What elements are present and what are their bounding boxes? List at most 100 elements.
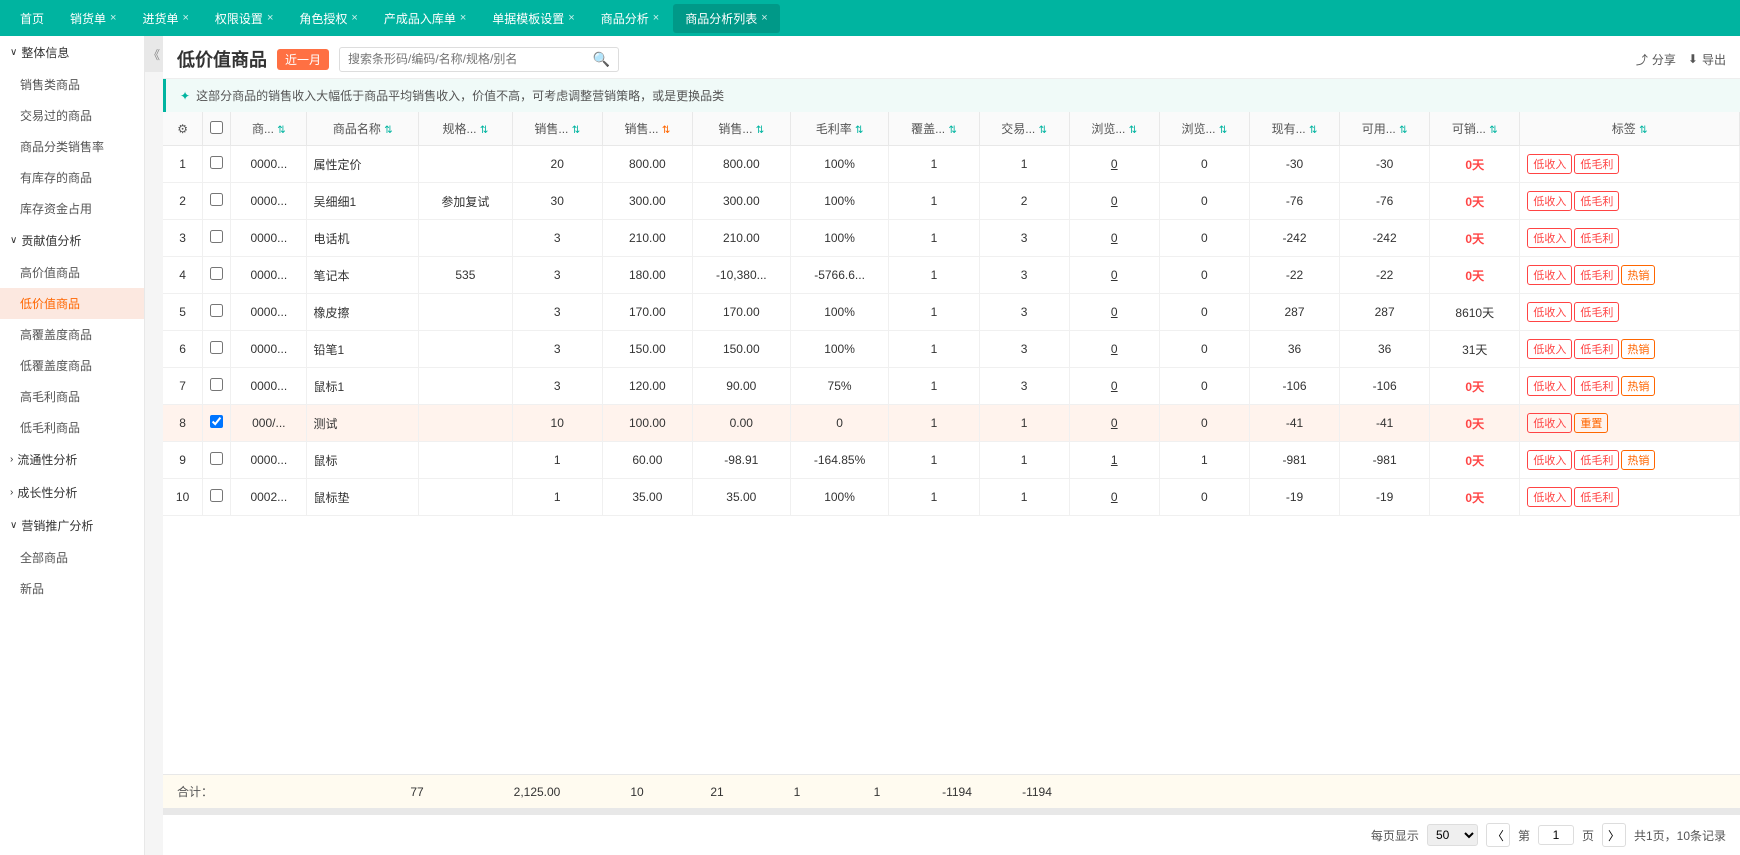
row-checkbox[interactable]	[210, 489, 223, 502]
sidebar-item-high-margin[interactable]: 高毛利商品	[0, 381, 144, 412]
views1-link[interactable]: 0	[1111, 416, 1118, 430]
views1-link[interactable]: 0	[1111, 268, 1118, 282]
col-views1[interactable]: 浏览... ⇅	[1069, 112, 1159, 146]
nav-product-analysis[interactable]: 商品分析 ×	[589, 4, 671, 33]
sidebar-group-marketing[interactable]: ∨ 营销推广分析	[0, 509, 144, 542]
row-views1[interactable]: 0	[1069, 146, 1159, 183]
nav-role-auth[interactable]: 角色授权 ×	[287, 4, 369, 33]
nav-close-sales[interactable]: ×	[110, 12, 116, 24]
col-transaction[interactable]: 交易... ⇅	[979, 112, 1069, 146]
sidebar-item-new-products[interactable]: 新品	[0, 573, 144, 604]
sidebar-item-low-margin[interactable]: 低毛利商品	[0, 412, 144, 443]
row-views1[interactable]: 0	[1069, 368, 1159, 405]
nav-purchase-order[interactable]: 进货单 ×	[130, 4, 200, 33]
sidebar-group-liquidity[interactable]: › 流通性分析	[0, 443, 144, 476]
row-checkbox-cell[interactable]	[203, 183, 231, 220]
row-views1[interactable]: 0	[1069, 257, 1159, 294]
next-page-button[interactable]: 〉	[1602, 823, 1626, 847]
col-coverage[interactable]: 覆盖... ⇅	[889, 112, 979, 146]
views1-link[interactable]: 0	[1111, 231, 1118, 245]
views1-link[interactable]: 0	[1111, 379, 1118, 393]
nav-product-in[interactable]: 产成品入库单 ×	[372, 4, 478, 33]
col-sales-qty[interactable]: 销售... ⇅	[512, 112, 602, 146]
col-tags[interactable]: 标签 ⇅	[1520, 112, 1740, 146]
views1-link[interactable]: 1	[1111, 453, 1118, 467]
select-all-checkbox[interactable]	[210, 121, 223, 134]
col-gross-rate[interactable]: 毛利率 ⇅	[790, 112, 889, 146]
col-saleable[interactable]: 可销... ⇅	[1430, 112, 1520, 146]
row-checkbox[interactable]	[210, 193, 223, 206]
col-sales-cost[interactable]: 销售... ⇅	[692, 112, 790, 146]
nav-close-product[interactable]: ×	[460, 12, 466, 24]
row-checkbox-cell[interactable]	[203, 331, 231, 368]
row-views1[interactable]: 0	[1069, 220, 1159, 257]
sidebar-item-in-stock[interactable]: 有库存的商品	[0, 162, 144, 193]
col-settings[interactable]: ⚙	[163, 112, 203, 146]
col-name[interactable]: 商品名称 ⇅	[307, 112, 419, 146]
row-checkbox-cell[interactable]	[203, 442, 231, 479]
search-icon[interactable]: 🔍	[593, 51, 610, 68]
period-tag-button[interactable]: 近一月	[277, 49, 329, 70]
row-checkbox-cell[interactable]	[203, 479, 231, 516]
sidebar-item-sales-category[interactable]: 销售类商品	[0, 69, 144, 100]
views1-link[interactable]: 0	[1111, 157, 1118, 171]
export-button[interactable]: ⬇ 导出	[1688, 51, 1726, 68]
sidebar-collapse-button[interactable]: 《	[145, 36, 163, 72]
sidebar-item-low-coverage[interactable]: 低覆盖度商品	[0, 350, 144, 381]
prev-page-button[interactable]: 〈	[1486, 823, 1510, 847]
sidebar-item-low-value[interactable]: 低价值商品	[0, 288, 144, 319]
row-checkbox-cell[interactable]	[203, 146, 231, 183]
col-sales-amount[interactable]: 销售... ⇅	[602, 112, 692, 146]
search-input[interactable]	[348, 52, 588, 66]
nav-analysis-list[interactable]: 商品分析列表 ×	[673, 4, 779, 33]
views1-link[interactable]: 0	[1111, 490, 1118, 504]
nav-close-role[interactable]: ×	[351, 12, 357, 24]
row-checkbox[interactable]	[210, 230, 223, 243]
sidebar-item-category-rate[interactable]: 商品分类销售率	[0, 131, 144, 162]
views1-link[interactable]: 0	[1111, 342, 1118, 356]
row-checkbox[interactable]	[210, 304, 223, 317]
row-views1[interactable]: 0	[1069, 405, 1159, 442]
row-checkbox[interactable]	[210, 378, 223, 391]
sidebar-group-overall[interactable]: ∨ 整体信息	[0, 36, 144, 69]
sidebar-item-stock-fund[interactable]: 库存资金占用	[0, 193, 144, 224]
col-current-stock[interactable]: 现有... ⇅	[1249, 112, 1339, 146]
sidebar-item-all-products[interactable]: 全部商品	[0, 542, 144, 573]
page-input[interactable]	[1538, 825, 1574, 845]
row-views1[interactable]: 1	[1069, 442, 1159, 479]
row-checkbox-cell[interactable]	[203, 257, 231, 294]
nav-close-analysis[interactable]: ×	[653, 12, 659, 24]
row-checkbox[interactable]	[210, 452, 223, 465]
nav-template[interactable]: 单据模板设置 ×	[480, 4, 586, 33]
sidebar-item-high-coverage[interactable]: 高覆盖度商品	[0, 319, 144, 350]
table-wrapper[interactable]: ⚙ 商... ⇅ 商品名称 ⇅ 规格... ⇅ 销售... ⇅ 销售... ⇅ …	[163, 112, 1740, 774]
nav-close-permissions[interactable]: ×	[267, 12, 273, 24]
nav-home[interactable]: 首页	[8, 4, 56, 33]
views1-link[interactable]: 0	[1111, 305, 1118, 319]
nav-close-template[interactable]: ×	[568, 12, 574, 24]
row-checkbox-cell[interactable]	[203, 405, 231, 442]
col-spec[interactable]: 规格... ⇅	[419, 112, 513, 146]
share-button[interactable]: ⤴ 分享	[1636, 51, 1676, 68]
sidebar-group-contribution[interactable]: ∨ 贡献值分析	[0, 224, 144, 257]
nav-close-list[interactable]: ×	[761, 12, 767, 24]
row-checkbox[interactable]	[210, 415, 223, 428]
row-views1[interactable]: 0	[1069, 479, 1159, 516]
row-checkbox[interactable]	[210, 341, 223, 354]
col-code[interactable]: 商... ⇅	[231, 112, 307, 146]
row-views1[interactable]: 0	[1069, 294, 1159, 331]
col-views2[interactable]: 浏览... ⇅	[1159, 112, 1249, 146]
nav-permissions[interactable]: 权限设置 ×	[203, 4, 285, 33]
col-checkbox[interactable]	[203, 112, 231, 146]
row-views1[interactable]: 0	[1069, 331, 1159, 368]
sidebar-group-growth[interactable]: › 成长性分析	[0, 476, 144, 509]
row-views1[interactable]: 0	[1069, 183, 1159, 220]
nav-sales-order[interactable]: 销货单 ×	[58, 4, 128, 33]
row-checkbox[interactable]	[210, 156, 223, 169]
row-checkbox-cell[interactable]	[203, 368, 231, 405]
per-page-select[interactable]: 50 100	[1427, 824, 1478, 846]
views1-link[interactable]: 0	[1111, 194, 1118, 208]
sidebar-item-high-value[interactable]: 高价值商品	[0, 257, 144, 288]
nav-close-purchase[interactable]: ×	[182, 12, 188, 24]
row-checkbox-cell[interactable]	[203, 294, 231, 331]
